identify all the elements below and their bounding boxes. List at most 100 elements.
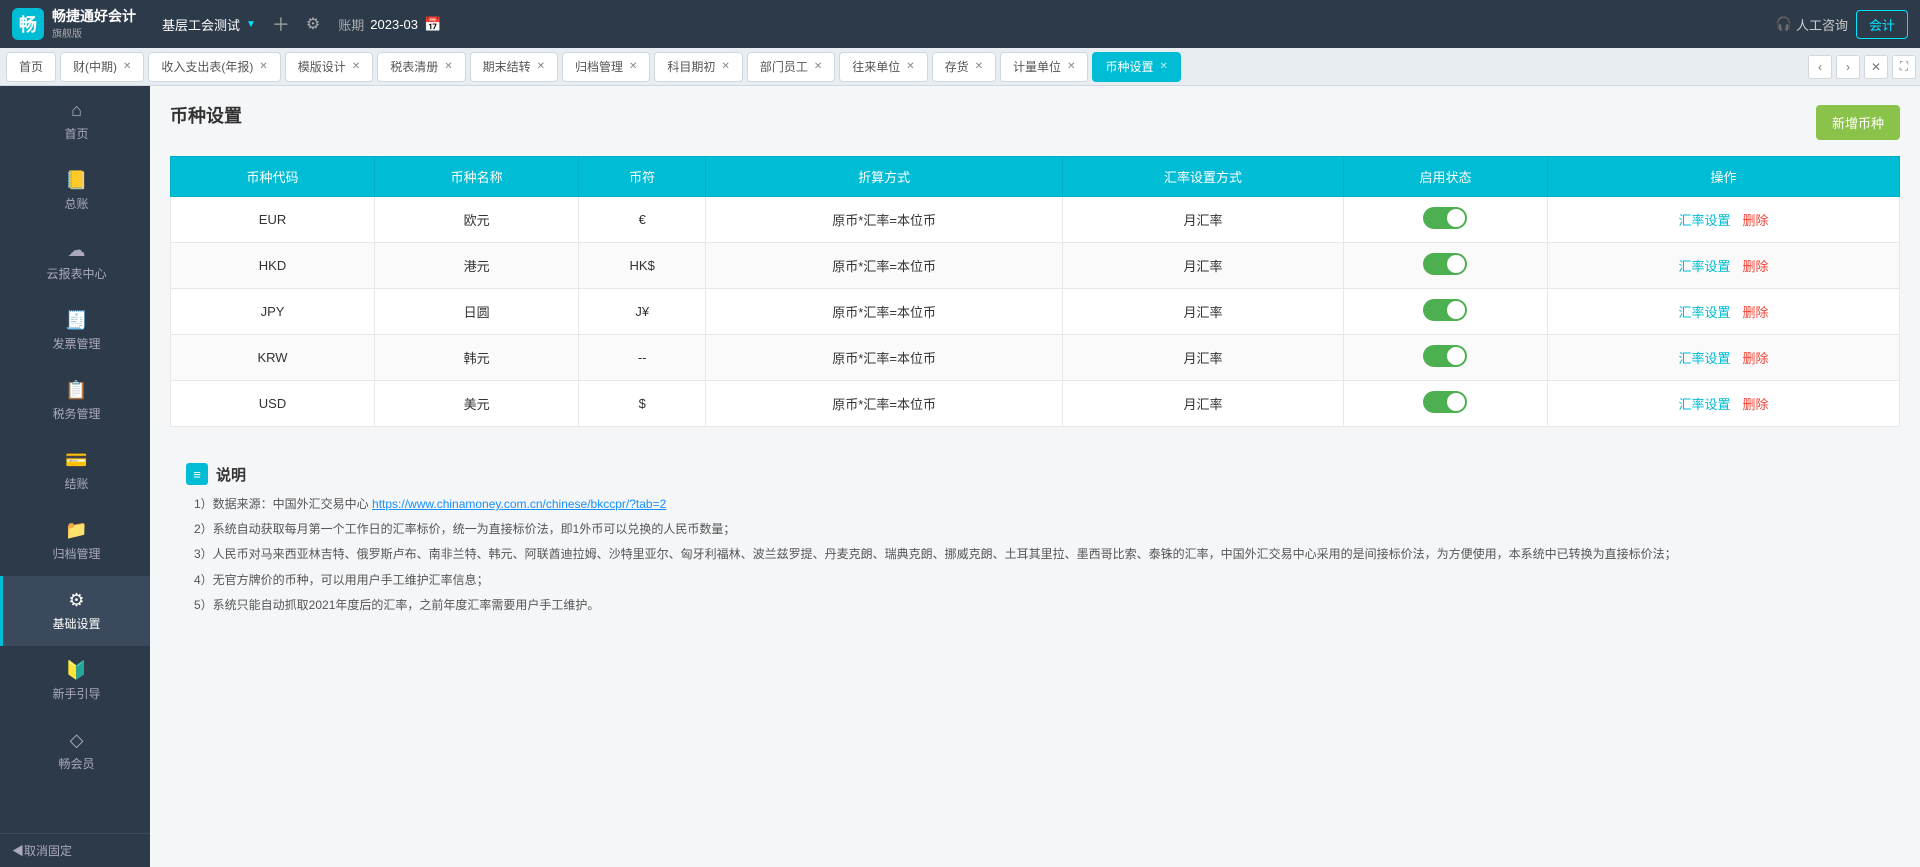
- tab-home[interactable]: 首页: [6, 52, 56, 82]
- tab-balance[interactable]: 财(中期) ✕: [60, 52, 144, 82]
- tab-archive-close[interactable]: ✕: [629, 61, 637, 72]
- company-dropdown-icon: ▼: [246, 19, 256, 30]
- enabled-toggle[interactable]: [1423, 391, 1467, 413]
- period-label: 账期: [338, 15, 364, 34]
- new-currency-button[interactable]: 新增币种: [1816, 105, 1900, 140]
- tab-template[interactable]: 模版设计 ✕: [285, 52, 373, 82]
- company-selector[interactable]: 基层工会测试 ▼: [162, 15, 256, 34]
- delete-link[interactable]: 删除: [1742, 397, 1768, 412]
- add-company-button[interactable]: ＋: [266, 11, 296, 37]
- notes-item: 5）系统只能自动抓取2021年度后的汇率，之前年度汇率需要用户手工维护。: [194, 596, 1884, 615]
- tab-unit-close[interactable]: ✕: [1067, 61, 1075, 72]
- tab-subjects[interactable]: 科目期初 ✕: [654, 52, 742, 82]
- sidebar-item-settings[interactable]: ⚙ 基础设置: [0, 576, 150, 646]
- toggle-thumb: [1447, 209, 1465, 227]
- rate-setting-link[interactable]: 汇率设置: [1678, 397, 1730, 412]
- app-edition: 旗舰版: [52, 25, 136, 40]
- tab-dept[interactable]: 部门员工 ✕: [747, 52, 835, 82]
- tab-period-end-close[interactable]: ✕: [537, 61, 545, 72]
- cell-name: 美元: [375, 381, 579, 427]
- tab-partner[interactable]: 往来单位 ✕: [839, 52, 927, 82]
- tab-prev-button[interactable]: ‹: [1808, 55, 1832, 79]
- col-header-calc: 折算方式: [706, 157, 1063, 197]
- ledger-icon: 📒: [65, 170, 87, 191]
- pin-toggle-button[interactable]: ◀取消固定: [0, 833, 150, 867]
- rate-setting-link[interactable]: 汇率设置: [1678, 351, 1730, 366]
- tab-next-button[interactable]: ›: [1836, 55, 1860, 79]
- tab-subjects-label: 科目期初: [667, 58, 715, 75]
- home-icon: ⌂: [71, 100, 82, 121]
- sidebar-item-ledger[interactable]: 📒 总账: [0, 156, 150, 226]
- tab-income-close[interactable]: ✕: [259, 61, 267, 72]
- enabled-toggle[interactable]: [1423, 253, 1467, 275]
- notes-title-row: ≡ 说明: [186, 463, 1884, 485]
- tab-close-all-button[interactable]: ✕: [1864, 55, 1888, 79]
- sidebar-item-archive[interactable]: 📁 归档管理: [0, 506, 150, 576]
- account-button[interactable]: 会计: [1856, 10, 1908, 39]
- rate-setting-link[interactable]: 汇率设置: [1678, 259, 1730, 274]
- enabled-toggle[interactable]: [1423, 207, 1467, 229]
- notes-title-label: 说明: [216, 464, 246, 485]
- sidebar-item-reports[interactable]: ☁ 云报表中心: [0, 226, 150, 296]
- tab-fullscreen-button[interactable]: ⛶: [1892, 55, 1916, 79]
- tab-inventory[interactable]: 存货 ✕: [932, 52, 996, 82]
- tab-unit[interactable]: 计量单位 ✕: [1000, 52, 1088, 82]
- tab-inventory-close[interactable]: ✕: [975, 61, 983, 72]
- delete-link[interactable]: 删除: [1742, 259, 1768, 274]
- rate-setting-link[interactable]: 汇率设置: [1678, 213, 1730, 228]
- company-name: 基层工会测试: [162, 15, 240, 34]
- sidebar-reports-label: 云报表中心: [46, 265, 106, 282]
- tab-dept-close[interactable]: ✕: [814, 61, 822, 72]
- reports-icon: ☁: [68, 240, 86, 261]
- support-button[interactable]: 🎧 人工咨询: [1776, 15, 1848, 34]
- notes-item: 1）数据来源：中国外汇交易中心 https://www.chinamoney.c…: [194, 495, 1884, 514]
- tab-subjects-close[interactable]: ✕: [721, 61, 729, 72]
- tab-tax[interactable]: 税表清册 ✕: [377, 52, 465, 82]
- notes-external-link[interactable]: https://www.chinamoney.com.cn/chinese/bk…: [372, 497, 666, 511]
- tab-period-end[interactable]: 期末结转 ✕: [470, 52, 558, 82]
- cell-code: USD: [171, 381, 375, 427]
- tab-currency[interactable]: 币种设置 ✕: [1092, 52, 1180, 82]
- sidebar-item-tax[interactable]: 📋 税务管理: [0, 366, 150, 436]
- logo-area: 畅 畅捷通好会计 旗舰版: [12, 8, 162, 40]
- sidebar-item-invoice[interactable]: 🧾 发票管理: [0, 296, 150, 366]
- cell-rate: 月汇率: [1063, 381, 1344, 427]
- enabled-toggle[interactable]: [1423, 345, 1467, 367]
- toggle-thumb: [1447, 301, 1465, 319]
- col-header-name: 币种名称: [375, 157, 579, 197]
- tab-balance-close[interactable]: ✕: [123, 61, 131, 72]
- tab-tax-close[interactable]: ✕: [444, 61, 452, 72]
- calendar-icon[interactable]: 📅: [424, 16, 441, 33]
- tab-partner-close[interactable]: ✕: [906, 61, 914, 72]
- cell-status: [1343, 289, 1547, 335]
- delete-link[interactable]: 删除: [1742, 305, 1768, 320]
- main-layout: ⌂ 首页 📒 总账 ☁ 云报表中心 🧾 发票管理 📋 税务管理 💳 结账 📁 归…: [0, 86, 1920, 867]
- currency-table: 币种代码 币种名称 币符 折算方式 汇率设置方式 启用状态 操作 EUR欧元€原…: [170, 156, 1900, 427]
- tab-archive[interactable]: 归档管理 ✕: [562, 52, 650, 82]
- sidebar-archive-label: 归档管理: [52, 545, 100, 562]
- notes-item: 3）人民币对马来西亚林吉特、俄罗斯卢布、南非兰特、韩元、阿联酋迪拉姆、沙特里亚尔…: [194, 545, 1884, 564]
- tab-template-close[interactable]: ✕: [352, 61, 360, 72]
- sidebar-item-guide[interactable]: 🔰 新手引导: [0, 646, 150, 716]
- delete-link[interactable]: 删除: [1742, 213, 1768, 228]
- tab-income[interactable]: 收入支出表(年报) ✕: [148, 52, 280, 82]
- delete-link[interactable]: 删除: [1742, 351, 1768, 366]
- cell-symbol: HK$: [579, 243, 706, 289]
- tab-currency-close[interactable]: ✕: [1159, 61, 1167, 72]
- sidebar-item-home[interactable]: ⌂ 首页: [0, 86, 150, 156]
- table-row: HKD港元HK$原币*汇率=本位币月汇率汇率设置删除: [171, 243, 1900, 289]
- sidebar-item-checkout[interactable]: 💳 结账: [0, 436, 150, 506]
- sidebar-item-member[interactable]: ◇ 畅会员: [0, 716, 150, 786]
- settings-icon[interactable]: ⚙: [300, 14, 326, 34]
- cell-action: 汇率设置删除: [1547, 243, 1899, 289]
- sidebar-ledger-label: 总账: [64, 195, 88, 212]
- page-content: 币种设置 新增币种 币种代码 币种名称 币符 折算方式 汇率设置方式 启用状态 …: [150, 86, 1920, 867]
- cell-rate: 月汇率: [1063, 243, 1344, 289]
- tab-partner-label: 往来单位: [852, 58, 900, 75]
- tab-template-label: 模版设计: [298, 58, 346, 75]
- enabled-toggle[interactable]: [1423, 299, 1467, 321]
- rate-setting-link[interactable]: 汇率设置: [1678, 305, 1730, 320]
- sidebar-settings-label: 基础设置: [52, 615, 100, 632]
- cell-code: KRW: [171, 335, 375, 381]
- cell-code: EUR: [171, 197, 375, 243]
